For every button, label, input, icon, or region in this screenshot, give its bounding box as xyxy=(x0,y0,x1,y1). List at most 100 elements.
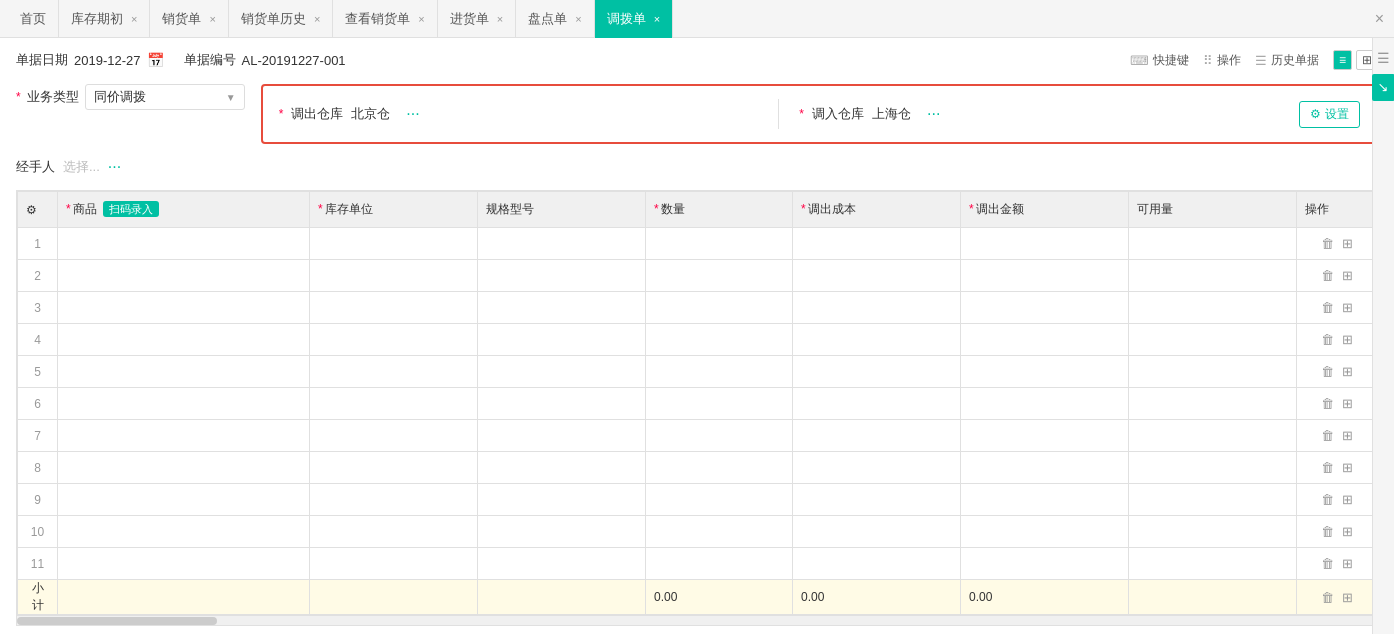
cell-product-9[interactable] xyxy=(58,484,310,516)
tab-close-view-sales[interactable]: × xyxy=(418,13,424,25)
cell-avail-11[interactable] xyxy=(1129,548,1297,580)
cell-unit-11[interactable] xyxy=(310,548,478,580)
settings-btn[interactable]: ⚙ 设置 xyxy=(1299,101,1360,128)
cell-spec-3[interactable] xyxy=(478,292,646,324)
cell-qty-8[interactable] xyxy=(646,452,793,484)
delete-icon-6[interactable]: 🗑 xyxy=(1321,396,1334,411)
person-more-btn[interactable]: ··· xyxy=(108,158,121,176)
warehouse-in-value[interactable]: 上海仓 xyxy=(872,105,911,123)
tab-home[interactable]: 首页 xyxy=(8,0,59,38)
cell-qty-5[interactable] xyxy=(646,356,793,388)
delete-icon-5[interactable]: 🗑 xyxy=(1321,364,1334,379)
copy-icon-8[interactable]: ⊞ xyxy=(1342,460,1353,475)
cell-qty-3[interactable] xyxy=(646,292,793,324)
cell-spec-9[interactable] xyxy=(478,484,646,516)
cell-amount-6[interactable] xyxy=(961,388,1129,420)
cell-avail-10[interactable] xyxy=(1129,516,1297,548)
cell-spec-4[interactable] xyxy=(478,324,646,356)
tab-close-transfer[interactable]: × xyxy=(654,13,660,25)
cell-unit-4[interactable] xyxy=(310,324,478,356)
cell-amount-10[interactable] xyxy=(961,516,1129,548)
cell-cost-2[interactable] xyxy=(793,260,961,292)
cell-cost-3[interactable] xyxy=(793,292,961,324)
cell-cost-10[interactable] xyxy=(793,516,961,548)
cell-product-1[interactable] xyxy=(58,228,310,260)
doc-value[interactable]: AL-20191227-001 xyxy=(242,53,346,68)
cell-amount-5[interactable] xyxy=(961,356,1129,388)
cell-unit-8[interactable] xyxy=(310,452,478,484)
tab-close-inventory-init[interactable]: × xyxy=(131,13,137,25)
subtotal-copy-icon[interactable]: ⊞ xyxy=(1342,590,1353,605)
cell-unit-3[interactable] xyxy=(310,292,478,324)
warehouse-in-more-btn[interactable]: ··· xyxy=(927,105,940,123)
cell-avail-5[interactable] xyxy=(1129,356,1297,388)
tab-close-purchase[interactable]: × xyxy=(497,13,503,25)
delete-icon-9[interactable]: 🗑 xyxy=(1321,492,1334,507)
cell-amount-1[interactable] xyxy=(961,228,1129,260)
tab-purchase[interactable]: 进货单 × xyxy=(438,0,516,38)
copy-icon-4[interactable]: ⊞ xyxy=(1342,332,1353,347)
cell-cost-5[interactable] xyxy=(793,356,961,388)
sidebar-expand-icon[interactable]: ↗ xyxy=(1372,74,1394,101)
cell-unit-7[interactable] xyxy=(310,420,478,452)
ops-action[interactable]: ⠿ 操作 xyxy=(1203,52,1241,69)
delete-icon-11[interactable]: 🗑 xyxy=(1321,556,1334,571)
horizontal-scrollbar[interactable] xyxy=(17,615,1377,625)
cell-unit-9[interactable] xyxy=(310,484,478,516)
delete-icon-8[interactable]: 🗑 xyxy=(1321,460,1334,475)
cell-avail-6[interactable] xyxy=(1129,388,1297,420)
cell-product-4[interactable] xyxy=(58,324,310,356)
gear-icon[interactable]: ⚙ xyxy=(26,203,37,217)
calendar-icon[interactable]: 📅 xyxy=(147,52,164,68)
copy-icon-6[interactable]: ⊞ xyxy=(1342,396,1353,411)
cell-product-11[interactable] xyxy=(58,548,310,580)
cell-amount-8[interactable] xyxy=(961,452,1129,484)
cell-spec-8[interactable] xyxy=(478,452,646,484)
cell-unit-10[interactable] xyxy=(310,516,478,548)
history-action[interactable]: ☰ 历史单据 xyxy=(1255,52,1319,69)
cell-unit-1[interactable] xyxy=(310,228,478,260)
cell-qty-1[interactable] xyxy=(646,228,793,260)
cell-qty-9[interactable] xyxy=(646,484,793,516)
delete-icon-7[interactable]: 🗑 xyxy=(1321,428,1334,443)
cell-qty-4[interactable] xyxy=(646,324,793,356)
cell-cost-1[interactable] xyxy=(793,228,961,260)
cell-unit-5[interactable] xyxy=(310,356,478,388)
date-value[interactable]: 2019-12-27 xyxy=(74,53,141,68)
warehouse-out-more-btn[interactable]: ··· xyxy=(406,105,419,123)
tab-close-stocktake[interactable]: × xyxy=(575,13,581,25)
sidebar-list-icon[interactable]: ☰ xyxy=(1373,46,1394,70)
tab-transfer[interactable]: 调拨单 × xyxy=(595,0,673,38)
delete-icon-1[interactable]: 🗑 xyxy=(1321,236,1334,251)
cell-product-7[interactable] xyxy=(58,420,310,452)
cell-spec-10[interactable] xyxy=(478,516,646,548)
cell-spec-11[interactable] xyxy=(478,548,646,580)
cell-qty-11[interactable] xyxy=(646,548,793,580)
tab-view-sales[interactable]: 查看销货单 × xyxy=(333,0,437,38)
cell-amount-9[interactable] xyxy=(961,484,1129,516)
delete-icon-4[interactable]: 🗑 xyxy=(1321,332,1334,347)
cell-avail-2[interactable] xyxy=(1129,260,1297,292)
person-input[interactable]: 选择... xyxy=(63,158,100,176)
copy-icon-9[interactable]: ⊞ xyxy=(1342,492,1353,507)
subtotal-delete-icon[interactable]: 🗑 xyxy=(1321,590,1334,605)
scrollbar-thumb[interactable] xyxy=(17,617,217,625)
shortcuts-action[interactable]: ⌨ 快捷键 xyxy=(1130,52,1189,69)
copy-icon-10[interactable]: ⊞ xyxy=(1342,524,1353,539)
cell-qty-7[interactable] xyxy=(646,420,793,452)
warehouse-out-value[interactable]: 北京仓 xyxy=(351,105,390,123)
tab-stocktake[interactable]: 盘点单 × xyxy=(516,0,594,38)
cell-product-2[interactable] xyxy=(58,260,310,292)
cell-product-8[interactable] xyxy=(58,452,310,484)
cell-cost-7[interactable] xyxy=(793,420,961,452)
window-close-btn[interactable]: × xyxy=(1375,10,1384,28)
th-gear[interactable]: ⚙ xyxy=(18,192,58,228)
business-type-select[interactable]: 同价调拨 ▼ xyxy=(85,84,245,110)
copy-icon-1[interactable]: ⊞ xyxy=(1342,236,1353,251)
cell-amount-4[interactable] xyxy=(961,324,1129,356)
copy-icon-3[interactable]: ⊞ xyxy=(1342,300,1353,315)
cell-avail-8[interactable] xyxy=(1129,452,1297,484)
tab-sales-history[interactable]: 销货单历史 × xyxy=(229,0,333,38)
tab-sales[interactable]: 销货单 × xyxy=(150,0,228,38)
cell-amount-2[interactable] xyxy=(961,260,1129,292)
